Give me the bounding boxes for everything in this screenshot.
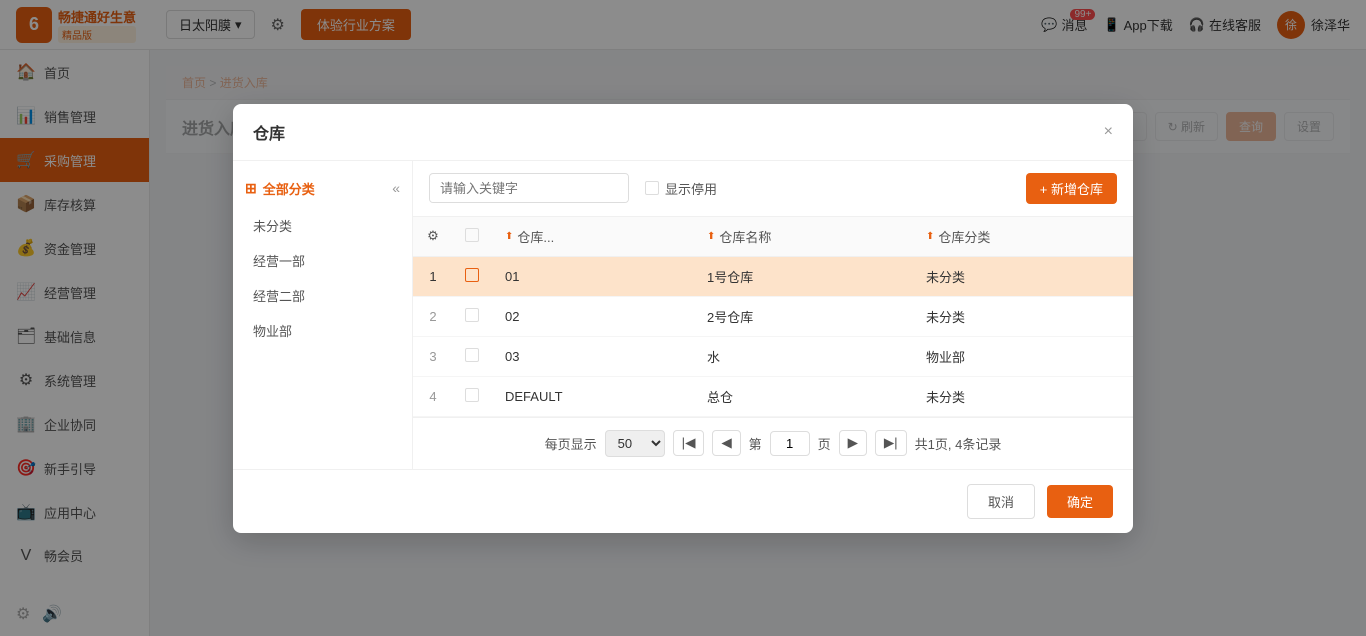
- row-name: 总仓: [695, 376, 914, 416]
- per-page-select[interactable]: 50 100 200: [605, 430, 665, 457]
- modal-close-btn[interactable]: ×: [1104, 123, 1113, 141]
- table-body: 1 01 1号仓库 未分类 2: [413, 256, 1133, 416]
- row-num: 4: [413, 376, 453, 416]
- row-name: 2号仓库: [695, 296, 914, 336]
- content-toolbar: 🔍 显示停用 + 新增仓库: [413, 161, 1133, 217]
- per-page-label: 每页显示: [545, 434, 597, 453]
- row-checkbox: [453, 336, 493, 376]
- tree-item-property[interactable]: 物业部: [233, 313, 412, 348]
- table-row[interactable]: 3 03 水 物业部: [413, 336, 1133, 376]
- page-label: 第: [749, 434, 762, 453]
- row-name: 水: [695, 336, 914, 376]
- page-prev-btn[interactable]: ◀: [712, 430, 740, 456]
- tree-item-dept1[interactable]: 经营一部: [233, 243, 412, 278]
- show-disabled-label: 显示停用: [665, 179, 717, 198]
- row-name: 1号仓库: [695, 256, 914, 296]
- grid-icon: ⊞: [245, 180, 257, 197]
- table-header-row: ⚙ ⬆ 仓库...: [413, 217, 1133, 257]
- sort-icon-name: ⬆: [707, 231, 715, 242]
- pagination: 每页显示 50 100 200 |◀ ◀ 第 页 ▶ ▶| 共1页, 4条记录: [413, 417, 1133, 469]
- show-disabled-toggle[interactable]: 显示停用: [645, 179, 717, 198]
- row-category: 未分类: [914, 376, 1133, 416]
- th-gear: ⚙: [413, 217, 453, 257]
- sort-icon-code: ⬆: [505, 231, 513, 242]
- page-number-input[interactable]: [770, 431, 810, 456]
- row-num: 3: [413, 336, 453, 376]
- table-row[interactable]: 1 01 1号仓库 未分类: [413, 256, 1133, 296]
- warehouse-table: ⚙ ⬆ 仓库...: [413, 217, 1133, 417]
- warehouse-table-element: ⚙ ⬆ 仓库...: [413, 217, 1133, 417]
- row-checkbox: [453, 256, 493, 296]
- table-row[interactable]: 2 02 2号仓库 未分类: [413, 296, 1133, 336]
- row-select-checkbox[interactable]: [465, 268, 479, 282]
- content-panel: 🔍 显示停用 + 新增仓库: [413, 161, 1133, 469]
- th-checkbox: [453, 217, 493, 257]
- row-num: 1: [413, 256, 453, 296]
- cancel-btn[interactable]: 取消: [967, 484, 1035, 519]
- all-category-label: 全部分类: [263, 179, 315, 198]
- modal-overlay: 仓库 × ⊞ 全部分类 « 未分类 经营一部: [0, 0, 1366, 636]
- tree-header: ⊞ 全部分类 «: [233, 173, 412, 208]
- search-btn[interactable]: 🔍: [626, 174, 629, 202]
- row-num: 2: [413, 296, 453, 336]
- disabled-checkbox[interactable]: [645, 181, 659, 195]
- row-select-checkbox[interactable]: [465, 388, 479, 402]
- page-last-btn[interactable]: ▶|: [875, 430, 907, 456]
- add-warehouse-btn[interactable]: + 新增仓库: [1026, 173, 1117, 204]
- row-code: 02: [493, 296, 695, 336]
- page-next-btn[interactable]: ▶: [839, 430, 867, 456]
- all-category-btn[interactable]: ⊞ 全部分类: [245, 179, 315, 198]
- row-category: 未分类: [914, 256, 1133, 296]
- warehouse-modal: 仓库 × ⊞ 全部分类 « 未分类 经营一部: [233, 104, 1133, 533]
- row-checkbox: [453, 296, 493, 336]
- gear-icon: ⚙: [427, 228, 439, 243]
- row-select-checkbox[interactable]: [465, 308, 479, 322]
- modal-footer: 取消 确定: [233, 469, 1133, 533]
- search-input[interactable]: [430, 175, 626, 202]
- table-row[interactable]: 4 DEFAULT 总仓 未分类: [413, 376, 1133, 416]
- th-code: ⬆ 仓库...: [493, 217, 695, 257]
- row-category: 未分类: [914, 296, 1133, 336]
- sort-icon-cat: ⬆: [926, 231, 934, 242]
- modal-title: 仓库: [253, 120, 285, 144]
- search-box: 🔍: [429, 173, 629, 203]
- total-info: 共1页, 4条记录: [915, 434, 1002, 453]
- row-code: DEFAULT: [493, 376, 695, 416]
- header-checkbox[interactable]: [465, 228, 479, 242]
- th-name: ⬆ 仓库名称: [695, 217, 914, 257]
- page-unit: 页: [818, 434, 831, 453]
- row-select-checkbox[interactable]: [465, 348, 479, 362]
- modal-header: 仓库 ×: [233, 104, 1133, 161]
- th-category: ⬆ 仓库分类: [914, 217, 1133, 257]
- row-code: 01: [493, 256, 695, 296]
- row-checkbox: [453, 376, 493, 416]
- tree-item-dept2[interactable]: 经营二部: [233, 278, 412, 313]
- row-code: 03: [493, 336, 695, 376]
- confirm-btn[interactable]: 确定: [1047, 485, 1113, 518]
- tree-collapse-btn[interactable]: «: [392, 180, 400, 196]
- page-first-btn[interactable]: |◀: [673, 430, 705, 456]
- row-category: 物业部: [914, 336, 1133, 376]
- category-tree: ⊞ 全部分类 « 未分类 经营一部 经营二部 物业部: [233, 161, 413, 469]
- tree-item-unclassified[interactable]: 未分类: [233, 208, 412, 243]
- modal-body: ⊞ 全部分类 « 未分类 经营一部 经营二部 物业部: [233, 161, 1133, 469]
